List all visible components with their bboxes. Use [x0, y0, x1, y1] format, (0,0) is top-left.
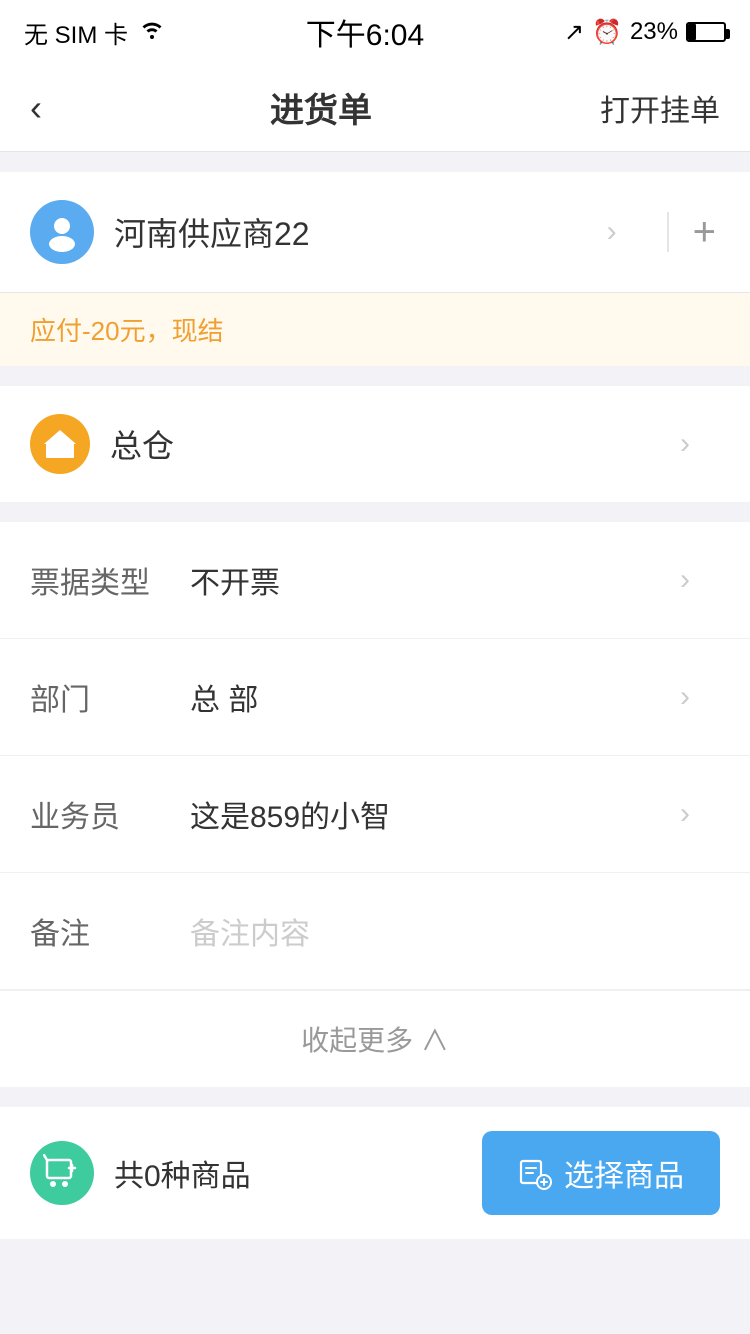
- select-product-icon: [518, 1156, 552, 1190]
- battery-icon: [686, 22, 726, 42]
- salesperson-chevron: ›: [680, 797, 690, 831]
- select-product-button[interactable]: 选择商品: [482, 1131, 720, 1215]
- warehouse-icon: [42, 426, 78, 462]
- gap-1: [0, 152, 750, 172]
- bottom-bar: 共0种商品 选择商品: [0, 1107, 750, 1239]
- select-product-label: 选择商品: [564, 1151, 684, 1195]
- notice-text: 应付-20元，现结: [30, 316, 224, 346]
- warehouse-icon-wrap: [30, 414, 90, 474]
- status-bar: 无 SIM 卡 下午6:04 ↗ ⏰ 23%: [0, 0, 750, 64]
- add-supplier-button[interactable]: +: [689, 210, 720, 255]
- remark-input[interactable]: 备注内容: [190, 909, 720, 953]
- collapse-button[interactable]: 收起更多 ∧: [0, 990, 750, 1087]
- location-icon: ↗: [564, 18, 584, 47]
- back-button[interactable]: ‹: [30, 87, 42, 129]
- remark-row[interactable]: 备注 备注内容: [0, 873, 750, 990]
- cart-icon: [43, 1154, 81, 1192]
- notice-bar: 应付-20元，现结: [0, 293, 750, 366]
- form-section: 票据类型 不开票 › 部门 总 部 › 业务员 这是859的小智 › 备注 备注…: [0, 522, 750, 1087]
- status-left: 无 SIM 卡: [24, 15, 166, 50]
- invoice-type-chevron: ›: [680, 563, 690, 597]
- warehouse-name: 总仓: [110, 421, 680, 467]
- wifi-icon: [138, 18, 166, 46]
- person-icon: [42, 212, 82, 252]
- collapse-label: 收起更多 ∧: [301, 1019, 449, 1059]
- alarm-icon: ⏰: [592, 18, 622, 47]
- supplier-section: 河南供应商22 › + 应付-20元，现结: [0, 172, 750, 366]
- warehouse-section[interactable]: 总仓 ›: [0, 386, 750, 502]
- invoice-type-value: 不开票: [190, 558, 680, 602]
- carrier-label: 无 SIM 卡: [24, 15, 128, 50]
- invoice-type-row[interactable]: 票据类型 不开票 ›: [0, 522, 750, 639]
- nav-bar: ‹ 进货单 打开挂单: [0, 64, 750, 152]
- supplier-name: 河南供应商22: [114, 209, 607, 255]
- warehouse-chevron-icon: ›: [680, 427, 690, 461]
- status-time: 下午6:04: [306, 10, 424, 54]
- open-pending-button[interactable]: 打开挂单: [600, 86, 720, 130]
- supplier-avatar: [30, 200, 94, 264]
- remark-label: 备注: [30, 909, 170, 953]
- department-row[interactable]: 部门 总 部 ›: [0, 639, 750, 756]
- salesperson-label: 业务员: [30, 792, 170, 836]
- status-right: ↗ ⏰ 23%: [564, 18, 726, 47]
- salesperson-value: 这是859的小智: [190, 792, 680, 836]
- page-title: 进货单: [270, 83, 372, 132]
- department-label: 部门: [30, 675, 170, 719]
- product-icon-wrap: [30, 1141, 94, 1205]
- supplier-row[interactable]: 河南供应商22 › +: [0, 172, 750, 293]
- invoice-type-label: 票据类型: [30, 558, 170, 602]
- battery-percent: 23%: [630, 18, 678, 46]
- department-value: 总 部: [190, 675, 680, 719]
- salesperson-row[interactable]: 业务员 这是859的小智 ›: [0, 756, 750, 873]
- supplier-chevron-icon: ›: [607, 215, 617, 249]
- product-count: 共0种商品: [114, 1151, 462, 1195]
- department-chevron: ›: [680, 680, 690, 714]
- supplier-divider: [667, 212, 669, 252]
- warehouse-row[interactable]: 总仓 ›: [0, 386, 750, 502]
